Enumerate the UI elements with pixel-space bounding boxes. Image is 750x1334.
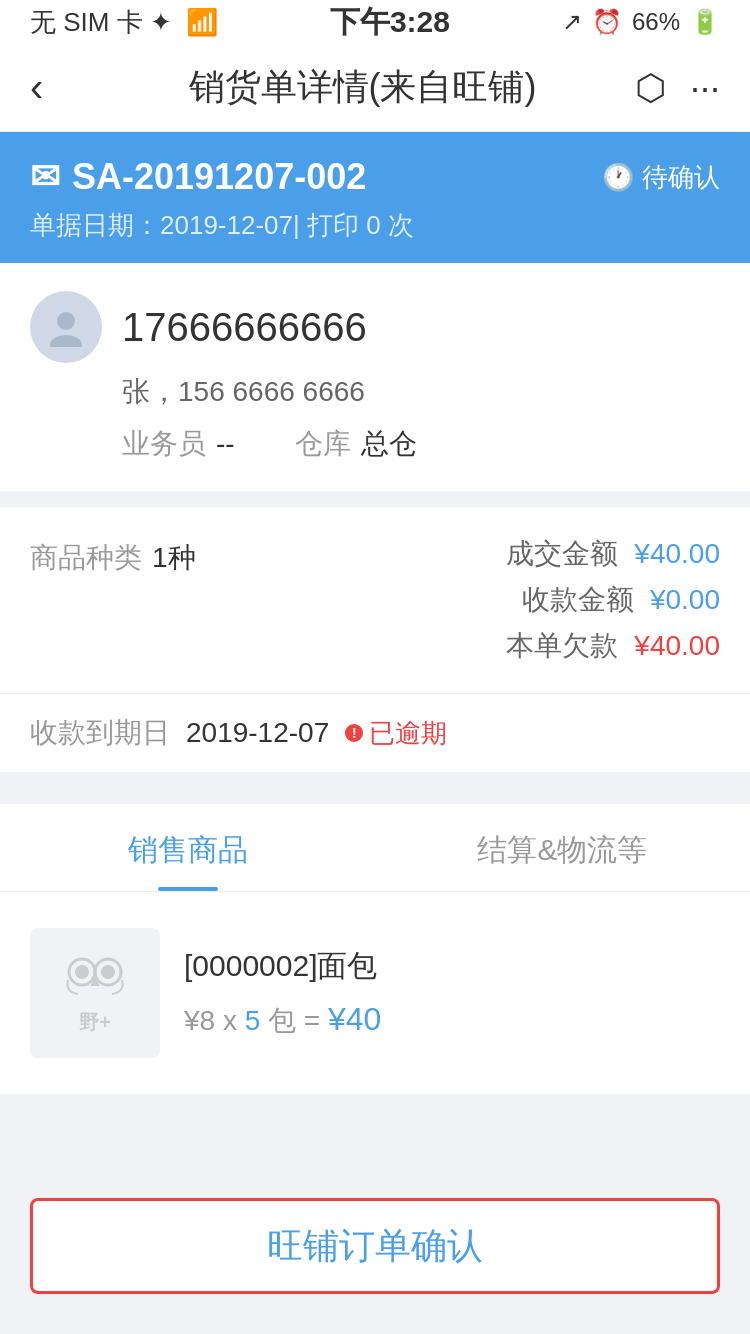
status-right: ↗ ⏰ 66% 🔋 — [562, 8, 720, 36]
arrears-label: 本单欠款 — [506, 627, 618, 665]
svg-point-0 — [57, 312, 75, 330]
back-button[interactable]: ‹ — [30, 65, 90, 110]
svg-point-5 — [101, 965, 115, 979]
type-label: 商品种类 — [30, 539, 142, 577]
product-image: 野+ — [30, 928, 160, 1058]
order-id-row: ✉ SA-20191207-002 🕐 待确认 — [30, 156, 720, 198]
order-envelope-icon: ✉ — [30, 156, 60, 198]
price-equals: = — [304, 1005, 328, 1036]
nav-actions: ⬡ ··· — [635, 67, 720, 109]
divider-2 — [0, 772, 750, 788]
summary-row: 商品种类 1种 成交金额 ¥40.00 收款金额 ¥0.00 本单欠款 ¥40.… — [30, 535, 720, 665]
sales-meta: 业务员 -- — [122, 425, 235, 463]
tabs-header: 销售商品 结算&物流等 — [0, 804, 750, 892]
avatar — [30, 291, 102, 363]
product-item: 野+ [0000002]面包 ¥8 x 5 包 = ¥40 — [30, 912, 720, 1074]
tab-settlement-label: 结算&物流等 — [477, 833, 647, 866]
wifi-icon: 📶 — [186, 7, 218, 38]
share-icon[interactable]: ⬡ — [635, 67, 666, 109]
summary-right: 成交金额 ¥40.00 收款金额 ¥0.00 本单欠款 ¥40.00 — [506, 535, 720, 665]
customer-name: 张，156 6666 6666 — [30, 373, 720, 411]
date-value: 2019-12-07 — [160, 210, 293, 240]
sales-value: -- — [216, 428, 235, 460]
price-qty-unit: 包 — [268, 1005, 296, 1036]
price-qty: 5 — [245, 1005, 261, 1036]
due-date-label: 收款到期日 — [30, 714, 170, 752]
overdue-badge: ! 已逾期 — [345, 716, 447, 751]
product-name: [0000002]面包 — [184, 946, 720, 987]
more-icon[interactable]: ··· — [690, 67, 720, 109]
price-total: ¥40 — [328, 1001, 381, 1037]
tab-sales-products[interactable]: 销售商品 — [0, 804, 375, 891]
no-sim-text: 无 SIM 卡 ✦ — [30, 5, 172, 40]
tab-settlement[interactable]: 结算&物流等 — [375, 804, 750, 891]
warehouse-value: 总仓 — [361, 425, 417, 463]
status-time: 下午3:28 — [330, 2, 450, 43]
warehouse-meta: 仓库 总仓 — [295, 425, 417, 463]
due-date-value: 2019-12-07 — [186, 717, 329, 749]
received-amount-row: 收款金额 ¥0.00 — [522, 581, 720, 619]
order-id: ✉ SA-20191207-002 — [30, 156, 366, 198]
confirm-order-button[interactable]: 旺铺订单确认 — [30, 1198, 720, 1294]
status-left: 无 SIM 卡 ✦ 📶 — [30, 5, 218, 40]
summary-section: 商品种类 1种 成交金额 ¥40.00 收款金额 ¥0.00 本单欠款 ¥40.… — [0, 507, 750, 693]
customer-row: 17666666666 — [30, 291, 720, 363]
customer-phone: 17666666666 — [122, 305, 367, 350]
battery-icon: 🔋 — [690, 8, 720, 36]
product-list: 野+ [0000002]面包 ¥8 x 5 包 = ¥40 — [0, 892, 750, 1094]
customer-meta: 业务员 -- 仓库 总仓 — [30, 425, 720, 463]
svg-point-1 — [50, 335, 82, 347]
svg-point-3 — [75, 965, 89, 979]
product-code: [0000002] — [184, 949, 317, 982]
price-unit: ¥8 — [184, 1005, 215, 1036]
page-title: 销货单详情(来自旺铺) — [189, 63, 537, 112]
order-id-text: SA-20191207-002 — [72, 156, 366, 198]
alarm-icon: ⏰ — [592, 8, 622, 36]
customer-section: 17666666666 张，156 6666 6666 业务员 -- 仓库 总仓 — [0, 263, 750, 491]
brand-text: 野+ — [79, 1009, 111, 1036]
product-image-inner: 野+ — [60, 950, 130, 1036]
type-value: 1种 — [152, 539, 196, 577]
battery-text: 66% — [632, 8, 680, 36]
divider-1 — [0, 491, 750, 507]
tab-sales-label: 销售商品 — [128, 833, 248, 866]
product-name-text: 面包 — [317, 949, 377, 982]
received-label: 收款金额 — [522, 581, 634, 619]
overdue-dot-icon: ! — [345, 724, 363, 742]
date-label: 单据日期： — [30, 210, 160, 240]
print-text: | 打印 0 次 — [293, 210, 414, 240]
deal-amount-value: ¥40.00 — [634, 538, 720, 570]
clock-icon: 🕐 — [602, 162, 634, 193]
confirm-button-wrap: 旺铺订单确认 — [30, 1198, 720, 1294]
location-icon: ↗ — [562, 8, 582, 36]
order-header: ✉ SA-20191207-002 🕐 待确认 单据日期：2019-12-07|… — [0, 132, 750, 263]
received-value: ¥0.00 — [650, 584, 720, 616]
deal-amount-label: 成交金额 — [506, 535, 618, 573]
price-multiply: x — [223, 1005, 245, 1036]
tabs-section: 销售商品 结算&物流等 — [0, 804, 750, 1094]
product-logo-svg — [60, 950, 130, 1005]
confirm-button-label: 旺铺订单确认 — [267, 1222, 483, 1271]
nav-bar: ‹ 销货单详情(来自旺铺) ⬡ ··· — [0, 44, 750, 132]
warehouse-label: 仓库 — [295, 425, 351, 463]
tab-underline — [158, 887, 218, 891]
sales-label: 业务员 — [122, 425, 206, 463]
arrears-row: 本单欠款 ¥40.00 — [506, 627, 720, 665]
status-text: 待确认 — [642, 160, 720, 195]
overdue-text: 已逾期 — [369, 716, 447, 751]
order-date: 单据日期：2019-12-07| 打印 0 次 — [30, 208, 720, 243]
summary-left: 商品种类 1种 — [30, 535, 196, 577]
order-status: 🕐 待确认 — [602, 160, 720, 195]
deal-amount-row: 成交金额 ¥40.00 — [506, 535, 720, 573]
product-price-row: ¥8 x 5 包 = ¥40 — [184, 1001, 720, 1040]
product-info: [0000002]面包 ¥8 x 5 包 = ¥40 — [184, 946, 720, 1040]
arrears-value: ¥40.00 — [634, 630, 720, 662]
due-date-section: 收款到期日 2019-12-07 ! 已逾期 — [0, 693, 750, 772]
status-bar: 无 SIM 卡 ✦ 📶 下午3:28 ↗ ⏰ 66% 🔋 — [0, 0, 750, 44]
